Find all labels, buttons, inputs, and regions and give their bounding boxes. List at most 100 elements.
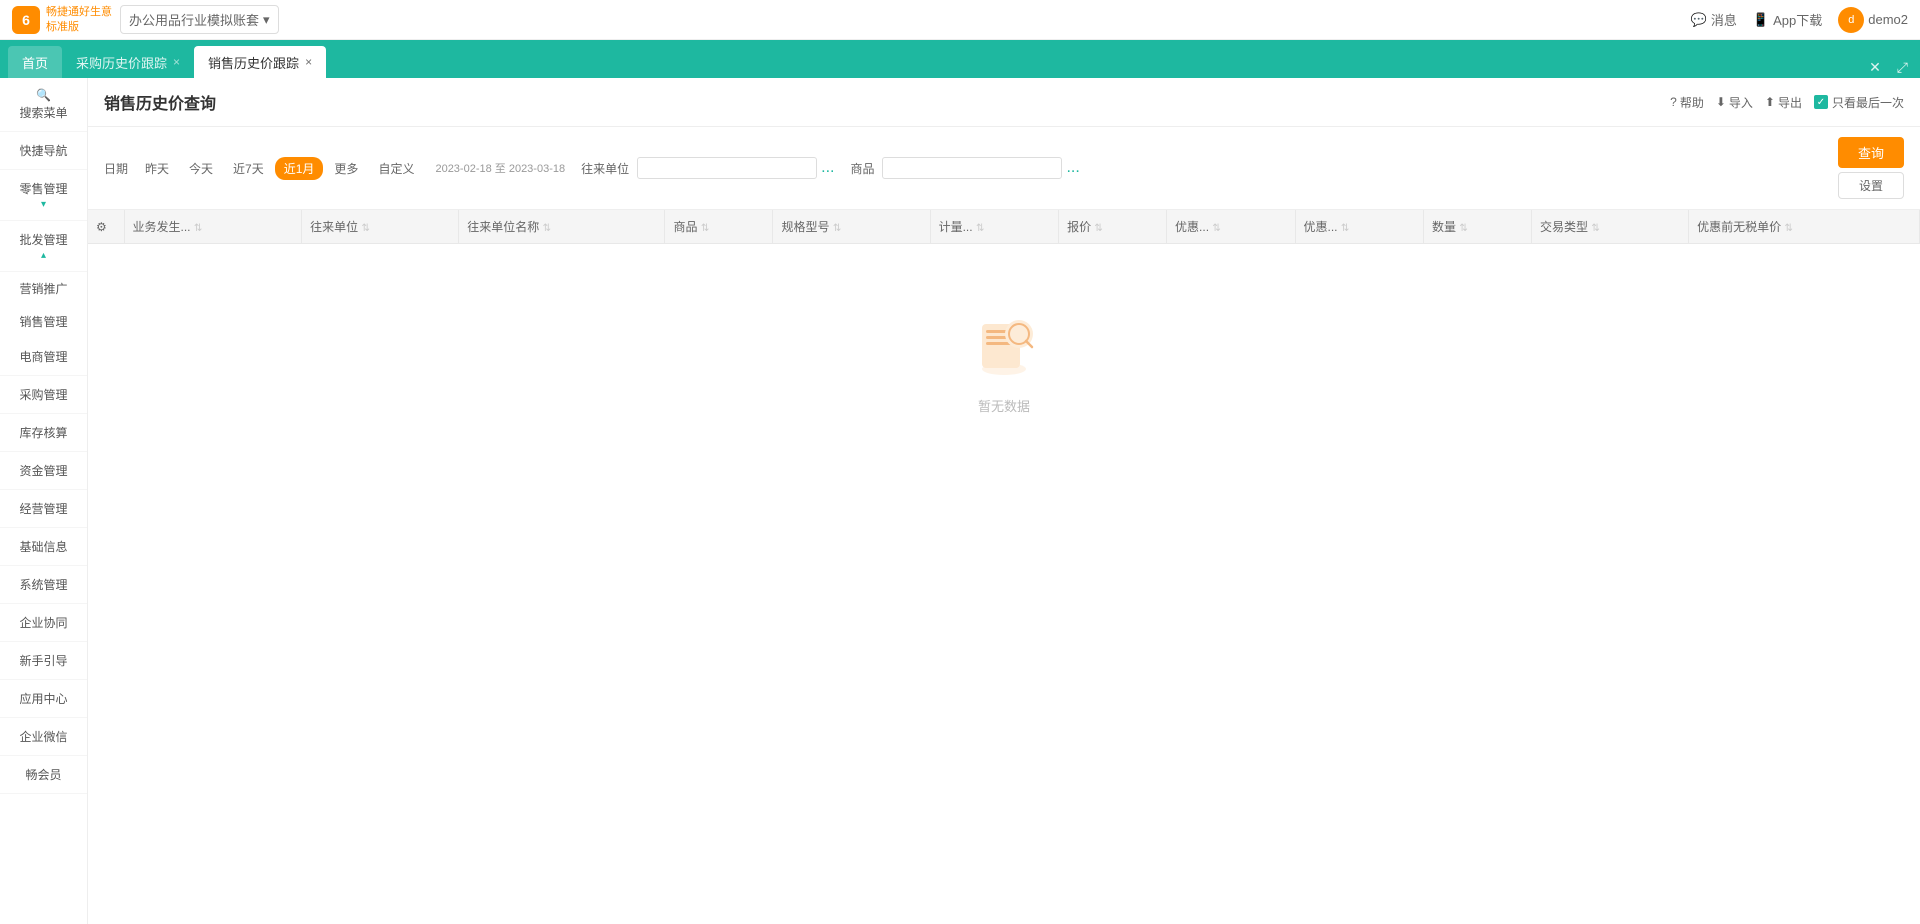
tab-close-purchase[interactable]: × bbox=[173, 55, 180, 69]
col-partner-code[interactable]: 往来单位 ⇅ bbox=[302, 210, 459, 244]
export-icon: ⬆ bbox=[1765, 95, 1775, 109]
sidebar-item-member[interactable]: 畅会员 bbox=[0, 756, 87, 794]
date-range-text: 2023-02-18 至 2023-03-18 bbox=[435, 160, 565, 176]
col-discount1[interactable]: 优惠... ⇅ bbox=[1167, 210, 1295, 244]
tab-home[interactable]: 首页 bbox=[8, 46, 62, 78]
top-bar: 6 畅捷通好生意 标准版 办公用品行业模拟账套 ▾ 💬 消息 📱 App下载 d… bbox=[0, 0, 1920, 40]
logo-area: 6 畅捷通好生意 标准版 bbox=[12, 5, 112, 34]
sidebar-item-basic-info[interactable]: 基础信息 bbox=[0, 528, 87, 566]
avatar: d bbox=[1838, 7, 1864, 33]
product-input-wrapper: ... bbox=[882, 157, 1079, 179]
sort-icon: ⇅ bbox=[543, 223, 551, 234]
chevron-down-icon: ▾ bbox=[41, 199, 46, 210]
only-last-checkbox[interactable]: ✓ 只看最后一次 bbox=[1814, 94, 1904, 111]
sort-icon: ⇅ bbox=[1094, 223, 1102, 234]
sidebar-item-enterprise[interactable]: 企业协同 bbox=[0, 604, 87, 642]
page-title: 销售历史价查询 bbox=[104, 90, 216, 114]
col-pretax-price[interactable]: 优惠前无税单价 ⇅ bbox=[1689, 210, 1920, 244]
date-filter-group: 日期 昨天 今天 近7天 近1月 更多 自定义 2023-02-18 至 202… bbox=[104, 157, 565, 180]
col-partner-name[interactable]: 往来单位名称 ⇅ bbox=[459, 210, 665, 244]
sort-icon: ⇅ bbox=[701, 223, 709, 234]
col-discount2[interactable]: 优惠... ⇅ bbox=[1295, 210, 1423, 244]
chevron-down-icon: ▾ bbox=[263, 12, 270, 28]
sort-icon: ⇅ bbox=[976, 223, 984, 234]
partner-label: 往来单位 bbox=[581, 160, 629, 177]
product-picker-button[interactable]: ... bbox=[1066, 159, 1079, 177]
sidebar-item-wholesale[interactable]: 批发管理 ▴ bbox=[0, 221, 87, 272]
maximize-button[interactable]: ⤢ bbox=[1893, 57, 1912, 78]
sidebar-item-shortcut[interactable]: 快捷导航 bbox=[0, 132, 87, 170]
date-7days-btn[interactable]: 近7天 bbox=[224, 157, 273, 180]
sort-icon: ⇅ bbox=[1341, 223, 1349, 234]
action-buttons: 查询 设置 bbox=[1838, 137, 1904, 199]
page-header: 销售历史价查询 ? 帮助 ⬇ 导入 ⬆ 导出 ✓ bbox=[88, 78, 1920, 127]
col-unit[interactable]: 计量... ⇅ bbox=[930, 210, 1058, 244]
partner-input[interactable] bbox=[637, 157, 817, 179]
col-product[interactable]: 商品 ⇅ bbox=[665, 210, 773, 244]
date-label: 日期 bbox=[104, 160, 128, 177]
sort-icon: ⇅ bbox=[1784, 223, 1792, 234]
sidebar-item-ecommerce[interactable]: 电商管理 bbox=[0, 338, 87, 376]
col-spec[interactable]: 规格型号 ⇅ bbox=[773, 210, 930, 244]
sidebar-item-inventory[interactable]: 库存核算 bbox=[0, 414, 87, 452]
help-icon: ? bbox=[1670, 95, 1677, 109]
sidebar-item-purchase[interactable]: 采购管理 bbox=[0, 376, 87, 414]
tab-close-sales[interactable]: × bbox=[305, 55, 312, 69]
close-all-tabs-button[interactable]: ✕ bbox=[1865, 57, 1885, 78]
export-button[interactable]: ⬆ 导出 bbox=[1765, 94, 1802, 111]
user-menu[interactable]: d demo2 bbox=[1838, 7, 1908, 33]
sort-icon: ⇅ bbox=[194, 223, 202, 234]
top-bar-left: 6 畅捷通好生意 标准版 办公用品行业模拟账套 ▾ bbox=[12, 5, 279, 34]
app-selector[interactable]: 办公用品行业模拟账套 ▾ bbox=[120, 5, 279, 34]
sidebar-item-finance[interactable]: 资金管理 bbox=[0, 452, 87, 490]
partner-filter-group: 往来单位 ... bbox=[581, 157, 834, 179]
sidebar-item-sales-mgmt[interactable]: 销售管理 bbox=[0, 305, 87, 338]
settings-button[interactable]: 设置 bbox=[1838, 172, 1904, 199]
col-trade-type[interactable]: 交易类型 ⇅ bbox=[1531, 210, 1688, 244]
logo-icon: 6 bbox=[12, 6, 40, 34]
sidebar-item-enterprise-wechat[interactable]: 企业微信 bbox=[0, 718, 87, 756]
message-button[interactable]: 💬 消息 bbox=[1691, 10, 1737, 29]
data-table: ⚙ 业务发生... ⇅ 往来单位 ⇅ 往来单位名称 ⇅ 商品 ⇅ 规格型号 ⇅ … bbox=[88, 210, 1920, 244]
sidebar-item-marketing[interactable]: 营销推广 bbox=[0, 272, 87, 305]
sidebar-item-newbie[interactable]: 新手引导 bbox=[0, 642, 87, 680]
col-date[interactable]: 业务发生... ⇅ bbox=[124, 210, 302, 244]
download-button[interactable]: 📱 App下载 bbox=[1753, 10, 1822, 29]
search-icon: 🔍 bbox=[36, 88, 51, 102]
query-button[interactable]: 查询 bbox=[1838, 137, 1904, 168]
import-button[interactable]: ⬇ 导入 bbox=[1716, 94, 1753, 111]
date-custom-btn[interactable]: 自定义 bbox=[369, 157, 423, 180]
col-settings[interactable]: ⚙ bbox=[88, 210, 124, 244]
sidebar-item-search[interactable]: 🔍 搜索菜单 bbox=[0, 78, 87, 132]
sort-icon: ⇅ bbox=[833, 223, 841, 234]
product-input[interactable] bbox=[882, 157, 1062, 179]
tab-purchase-history[interactable]: 采购历史价跟踪 × bbox=[62, 46, 194, 78]
tab-bar: 首页 采购历史价跟踪 × 销售历史价跟踪 × ✕ ⤢ bbox=[0, 40, 1920, 78]
download-icon: 📱 bbox=[1753, 12, 1769, 28]
sort-icon: ⇅ bbox=[1212, 223, 1220, 234]
page-actions: ? 帮助 ⬇ 导入 ⬆ 导出 ✓ 只看最后一次 bbox=[1670, 94, 1904, 111]
sidebar: 🔍 搜索菜单 快捷导航 零售管理 ▾ 批发管理 ▴ 营销推广 销售管理 电商管理… bbox=[0, 78, 88, 924]
chevron-up-icon: ▴ bbox=[41, 250, 46, 261]
top-bar-right: 💬 消息 📱 App下载 d demo2 bbox=[1691, 7, 1908, 33]
date-yesterday-btn[interactable]: 昨天 bbox=[136, 157, 178, 180]
tab-sales-history[interactable]: 销售历史价跟踪 × bbox=[194, 46, 326, 78]
sidebar-item-operation[interactable]: 经营管理 bbox=[0, 490, 87, 528]
sidebar-item-system[interactable]: 系统管理 bbox=[0, 566, 87, 604]
main-layout: 🔍 搜索菜单 快捷导航 零售管理 ▾ 批发管理 ▴ 营销推广 销售管理 电商管理… bbox=[0, 78, 1920, 924]
help-button[interactable]: ? 帮助 bbox=[1670, 94, 1704, 111]
empty-text: 暂无数据 bbox=[978, 396, 1030, 415]
checkbox-icon: ✓ bbox=[1814, 95, 1828, 109]
col-price[interactable]: 报价 ⇅ bbox=[1059, 210, 1167, 244]
sort-icon: ⇅ bbox=[1459, 223, 1467, 234]
sidebar-item-retail[interactable]: 零售管理 ▾ bbox=[0, 170, 87, 221]
date-btn-group: 昨天 今天 近7天 近1月 更多 自定义 bbox=[136, 157, 423, 180]
date-more-btn[interactable]: 更多 bbox=[325, 157, 367, 180]
sidebar-item-app-center[interactable]: 应用中心 bbox=[0, 680, 87, 718]
date-1month-btn[interactable]: 近1月 bbox=[275, 157, 324, 180]
col-quantity[interactable]: 数量 ⇅ bbox=[1423, 210, 1531, 244]
content-area: 销售历史价查询 ? 帮助 ⬇ 导入 ⬆ 导出 ✓ bbox=[88, 78, 1920, 924]
partner-picker-button[interactable]: ... bbox=[821, 159, 834, 177]
date-today-btn[interactable]: 今天 bbox=[180, 157, 222, 180]
tab-actions: ✕ ⤢ bbox=[1865, 57, 1912, 78]
